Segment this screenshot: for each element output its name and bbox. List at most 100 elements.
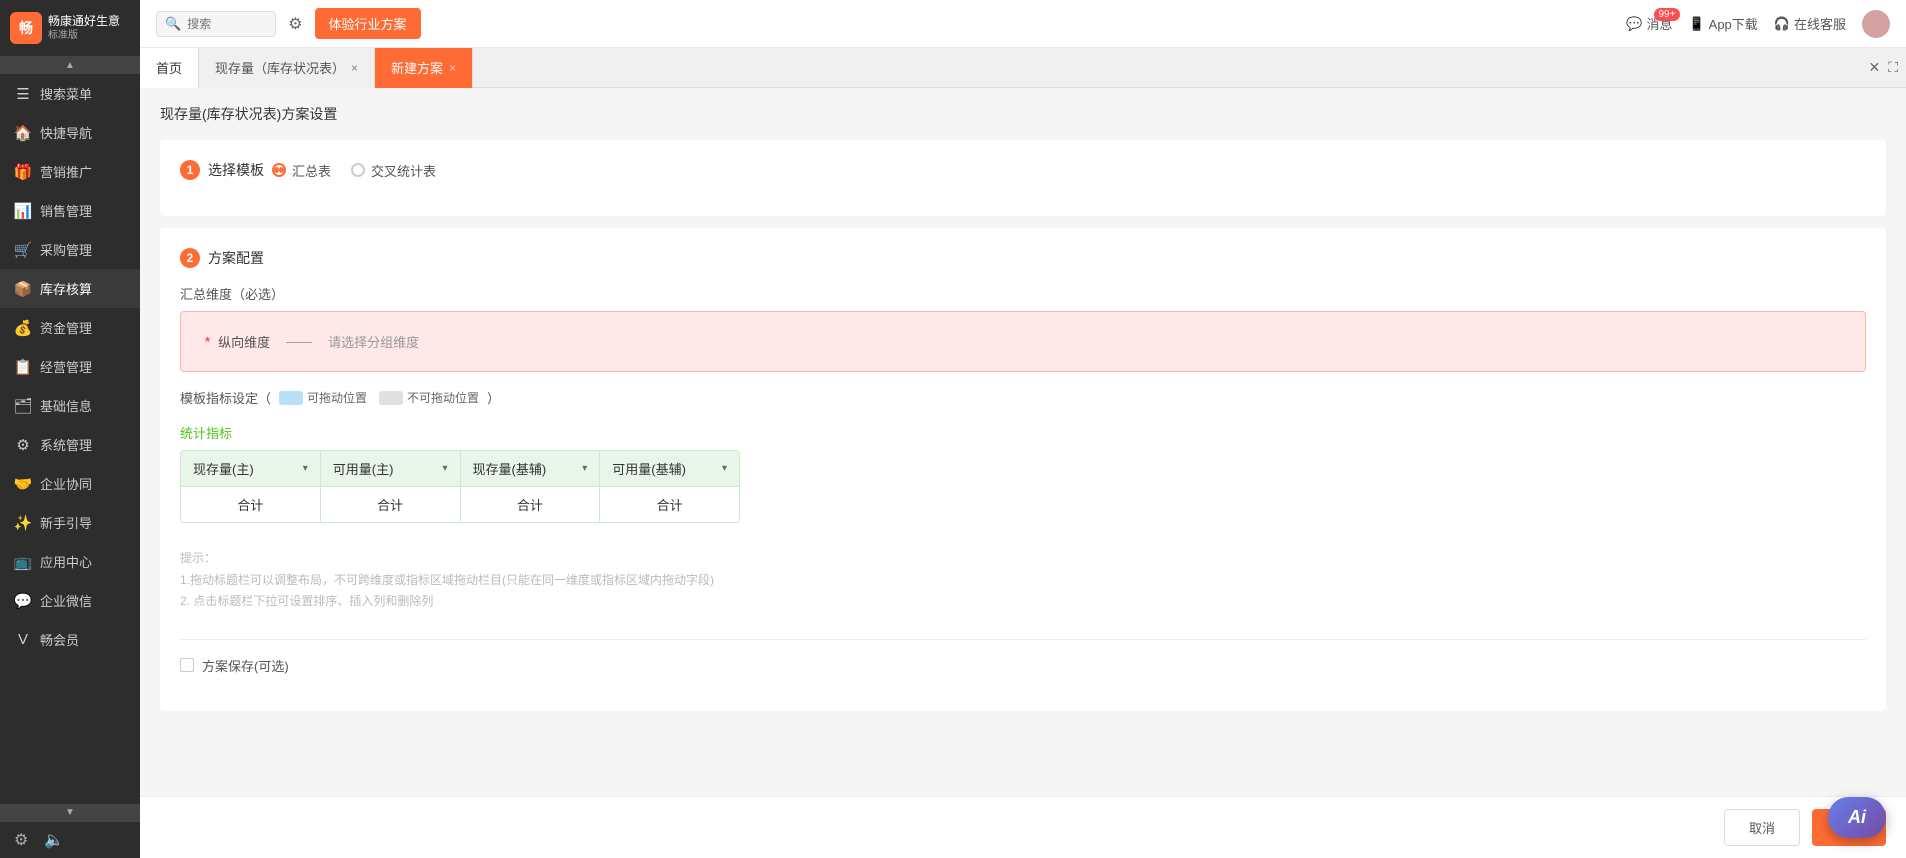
step1-title: 选择模板 bbox=[208, 160, 264, 180]
sidebar-bottom: ⚙ 🔈 bbox=[0, 821, 140, 858]
member-icon: V bbox=[14, 631, 32, 649]
tab-inventory-close[interactable]: × bbox=[351, 61, 358, 75]
settings-icon[interactable]: ⚙ bbox=[14, 830, 28, 850]
radio-cross-circle bbox=[351, 163, 365, 177]
cancel-button[interactable]: 取消 bbox=[1724, 809, 1800, 846]
topbar-right: 💬 消息 99+ 📱 App下载 🎧 在线客服 bbox=[1626, 10, 1890, 38]
stats-col-2-label: 现存量(基辅) bbox=[473, 459, 547, 478]
tips-section: 提示： 1.拖动标题栏可以调整布局，不可跨维度或指标区域拖动栏目(只能在同一维度… bbox=[180, 538, 1866, 623]
sidebar-item-label: 资金管理 bbox=[40, 318, 92, 337]
radio-cross-label: 交叉统计表 bbox=[371, 161, 436, 180]
sidebar-item-label: 应用中心 bbox=[40, 552, 92, 571]
sidebar-item-enterprise[interactable]: 🤝 企业协同 bbox=[0, 464, 140, 503]
sidebar-item-label: 库存核算 bbox=[40, 279, 92, 298]
sound-icon[interactable]: 🔈 bbox=[44, 830, 64, 850]
online-service-button[interactable]: 🎧 在线客服 bbox=[1774, 14, 1846, 33]
stats-table: 现存量(主) ▾ 可用量(主) ▾ 现存量(基辅) ▾ 可用量(基辅) bbox=[180, 450, 740, 523]
radio-summary[interactable]: 汇总表 bbox=[272, 161, 331, 180]
sidebar: 畅 畅康通好生意 标准版 ▲ ☰ 搜索菜单 🏠 快捷导航 🎁 营销推广 📊 销售… bbox=[0, 0, 140, 858]
non-draggable-legend-box bbox=[379, 391, 403, 405]
sidebar-item-system[interactable]: ⚙ 系统管理 bbox=[0, 425, 140, 464]
stats-table-body: 合计 合计 合计 合计 bbox=[181, 486, 739, 522]
sidebar-item-quicknav[interactable]: 🏠 快捷导航 bbox=[0, 113, 140, 152]
message-button[interactable]: 💬 消息 99+ bbox=[1626, 14, 1672, 33]
sidebar-scroll-up[interactable]: ▲ bbox=[0, 57, 140, 74]
avatar-image bbox=[1862, 10, 1890, 38]
step1-header: 1 选择模板 汇总表 交叉统计表 bbox=[180, 160, 1866, 180]
tab-inventory[interactable]: 现存量（库存状况表） × bbox=[199, 48, 375, 88]
sidebar-item-search[interactable]: ☰ 搜索菜单 bbox=[0, 74, 140, 113]
sidebar-scroll-down[interactable]: ▼ bbox=[0, 804, 140, 821]
legend-non-draggable-label: 不可拖动位置 bbox=[407, 389, 479, 406]
page-content: 现存量(库存状况表)方案设置 1 选择模板 汇总表 交叉统计表 bbox=[140, 88, 1906, 796]
tab-home[interactable]: 首页 bbox=[140, 48, 199, 88]
divider bbox=[180, 639, 1866, 640]
sidebar-item-basicinfo[interactable]: 🗂 基础信息 bbox=[0, 386, 140, 425]
sidebar-item-label: 系统管理 bbox=[40, 435, 92, 454]
search-icon: 🔍 bbox=[165, 16, 181, 32]
settings-gear-icon[interactable]: ⚙ bbox=[288, 14, 302, 34]
save-checkbox[interactable] bbox=[180, 658, 194, 672]
app-version: 标准版 bbox=[48, 29, 120, 42]
tips-title: 提示： bbox=[180, 548, 1866, 570]
vertical-dim-area[interactable]: * 纵向维度 —— 请选择分组维度 bbox=[180, 311, 1866, 372]
stats-col-1[interactable]: 可用量(主) ▾ bbox=[321, 451, 461, 486]
step2-header: 2 方案配置 bbox=[180, 248, 1866, 268]
chevron-down-icon-0[interactable]: ▾ bbox=[303, 463, 308, 474]
radio-cross[interactable]: 交叉统计表 bbox=[351, 161, 436, 180]
sidebar-item-label: 基础信息 bbox=[40, 396, 92, 415]
service-label: 在线客服 bbox=[1794, 14, 1846, 33]
sidebar-item-sales[interactable]: 📊 销售管理 bbox=[0, 191, 140, 230]
tab-new-plan[interactable]: 新建方案 × bbox=[375, 48, 473, 88]
stats-cell-1: 合计 bbox=[321, 487, 461, 522]
sidebar-item-wechat[interactable]: 💬 企业微信 bbox=[0, 581, 140, 620]
stats-cell-3: 合计 bbox=[600, 487, 739, 522]
legend-draggable: 可拖动位置 bbox=[279, 389, 367, 406]
app-download-button[interactable]: 📱 App下载 bbox=[1688, 14, 1757, 33]
chevron-down-icon-2[interactable]: ▾ bbox=[582, 463, 587, 474]
user-avatar[interactable] bbox=[1862, 10, 1890, 38]
step2-card: 2 方案配置 汇总维度（必选） * 纵向维度 —— 请选择分组维度 模板指标设定… bbox=[160, 228, 1886, 711]
close-window-icon[interactable]: ✕ bbox=[1868, 59, 1880, 76]
radio-summary-circle bbox=[272, 163, 286, 177]
ai-bubble[interactable]: Ai bbox=[1828, 797, 1886, 838]
tip-2: 2. 点击标题栏下拉可设置排序、插入列和删除列 bbox=[180, 591, 1866, 613]
stats-col-3[interactable]: 可用量(基辅) ▾ bbox=[600, 451, 739, 486]
stats-col-2[interactable]: 现存量(基辅) ▾ bbox=[461, 451, 601, 486]
step1-card: 1 选择模板 汇总表 交叉统计表 bbox=[160, 140, 1886, 216]
tabs-right-controls: ✕ ⛶ bbox=[1868, 59, 1906, 76]
sidebar-item-label: 新手引导 bbox=[40, 513, 92, 532]
chat-icon: 💬 bbox=[14, 592, 32, 610]
app-logo-text: 畅康通好生意 标准版 bbox=[48, 14, 120, 43]
star-icon: ✨ bbox=[14, 514, 32, 532]
sidebar-item-label: 企业协同 bbox=[40, 474, 92, 493]
template-radio-group: 汇总表 交叉统计表 bbox=[272, 161, 436, 180]
sidebar-item-member[interactable]: V 畅会员 bbox=[0, 620, 140, 659]
ai-label: Ai bbox=[1848, 807, 1866, 827]
sidebar-item-appcenter[interactable]: 📺 应用中心 bbox=[0, 542, 140, 581]
trial-button[interactable]: 体验行业方案 bbox=[315, 8, 421, 39]
stats-col-0-label: 现存量(主) bbox=[193, 459, 254, 478]
sidebar-item-inventory[interactable]: 📦 库存核算 bbox=[0, 269, 140, 308]
sidebar-item-marketing[interactable]: 🎁 营销推广 bbox=[0, 152, 140, 191]
indicator-label: 模板指标设定（ 可拖动位置 不可拖动位置 ） bbox=[180, 388, 1866, 407]
topbar: 🔍 ⚙ 体验行业方案 💬 消息 99+ 📱 App下载 🎧 在线客服 bbox=[140, 0, 1906, 48]
stats-col-0[interactable]: 现存量(主) ▾ bbox=[181, 451, 321, 486]
tv-icon: 📺 bbox=[14, 553, 32, 571]
vertical-dim-dash: —— bbox=[286, 334, 312, 349]
expand-window-icon[interactable]: ⛶ bbox=[1888, 59, 1898, 76]
chevron-down-icon-3[interactable]: ▾ bbox=[722, 463, 727, 474]
sidebar-item-guide[interactable]: ✨ 新手引导 bbox=[0, 503, 140, 542]
search-box[interactable]: 🔍 bbox=[156, 11, 276, 37]
search-input[interactable] bbox=[187, 17, 267, 31]
tab-inventory-label: 现存量（库存状况表） bbox=[215, 58, 345, 77]
stats-table-header: 现存量(主) ▾ 可用量(主) ▾ 现存量(基辅) ▾ 可用量(基辅) bbox=[181, 451, 739, 486]
sidebar-item-finance[interactable]: 💰 资金管理 bbox=[0, 308, 140, 347]
sidebar-item-label: 畅会员 bbox=[40, 630, 79, 649]
sidebar-item-purchase[interactable]: 🛒 采购管理 bbox=[0, 230, 140, 269]
page-title: 现存量(库存状况表)方案设置 bbox=[160, 104, 1886, 124]
chevron-down-icon-1[interactable]: ▾ bbox=[442, 463, 447, 474]
sidebar-nav: ☰ 搜索菜单 🏠 快捷导航 🎁 营销推广 📊 销售管理 🛒 采购管理 📦 库存核… bbox=[0, 74, 140, 804]
sidebar-item-operations[interactable]: 📋 经营管理 bbox=[0, 347, 140, 386]
tab-new-plan-close[interactable]: × bbox=[449, 61, 456, 75]
